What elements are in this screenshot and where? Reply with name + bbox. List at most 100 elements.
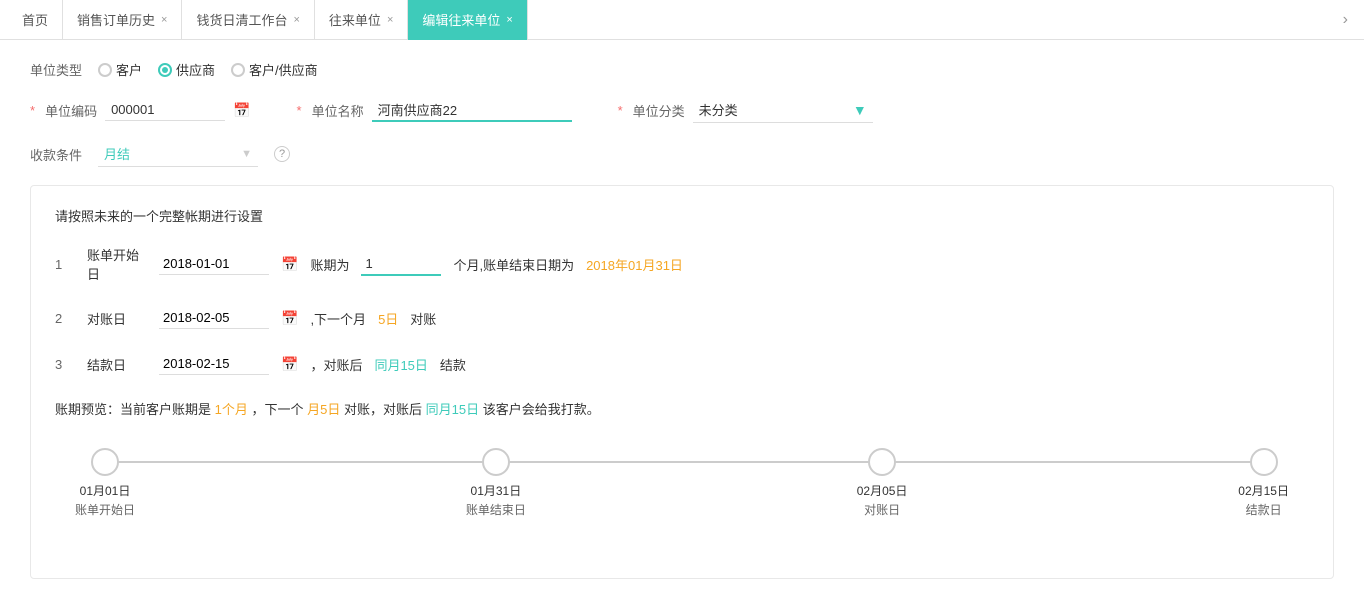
- tl-label-2: 01月31日: [471, 482, 522, 499]
- period-prefix: 账期为: [310, 255, 349, 274]
- row-num-3: 3: [55, 357, 75, 372]
- setting-row-1: 1 账单开始日 📅 账期为 个月,账单结束日期为 2018年01月31日: [55, 245, 1309, 283]
- setting-row-2: 2 对账日 📅 ,下一个月 5日 对账: [55, 307, 1309, 329]
- row-name-3: 结款日: [87, 355, 147, 374]
- tab-home-label: 首页: [22, 10, 48, 29]
- unit-type-label: 单位类型: [30, 60, 82, 79]
- tl-sublabel-3: 对账日: [864, 501, 900, 518]
- name-required: *: [297, 103, 302, 118]
- tl-point-3: 02月05日 对账日: [857, 448, 908, 518]
- reconcile-desc-suffix: 对账: [410, 309, 436, 328]
- reconcile-desc-prefix: ,下一个月: [310, 309, 366, 328]
- tl-point-4: 02月15日 结款日: [1238, 448, 1289, 518]
- code-input[interactable]: [105, 99, 225, 121]
- payment-desc-suffix: 结款: [440, 355, 466, 374]
- classify-value: 未分类: [699, 100, 853, 119]
- radio-customer[interactable]: 客户: [98, 60, 142, 79]
- tab-arrow[interactable]: ›: [1335, 11, 1356, 29]
- payment-day-highlight: 同月15日: [374, 355, 427, 374]
- start-date-input[interactable]: [159, 253, 269, 275]
- timeline: 01月01日 账单开始日 01月31日 账单结束日 02月05日 对账日 02月…: [55, 438, 1309, 558]
- unit-type-row: 单位类型 客户 供应商 客户/供应商: [30, 60, 1334, 79]
- setting-row-3: 3 结款日 📅 ，对账后 同月15日 结款: [55, 353, 1309, 375]
- tab-partner-close[interactable]: ×: [387, 14, 393, 26]
- tab-cash-work-label: 钱货日清工作台: [196, 10, 287, 29]
- payment-select[interactable]: 月结 ▼: [98, 141, 258, 167]
- classify-chevron-icon: ▼: [853, 102, 867, 118]
- code-required: *: [30, 103, 35, 118]
- preview-mid1: ，下一个: [252, 402, 304, 417]
- reconcile-date-input[interactable]: [159, 307, 269, 329]
- tab-partner-label: 往来单位: [329, 10, 381, 29]
- row-name-2: 对账日: [87, 309, 147, 328]
- radio-supplier-circle: [158, 63, 172, 77]
- period-suffix: 个月,账单结束日期为: [453, 255, 574, 274]
- tab-edit-partner-close[interactable]: ×: [506, 14, 512, 26]
- preview-text: 账期预览：当前客户账期是 1个月 ，下一个 月5日 对账，对账后 同月15日 该…: [55, 399, 1309, 418]
- code-label: 单位编码: [45, 101, 97, 120]
- radio-supplier-label: 供应商: [176, 60, 215, 79]
- period-end-date: 2018年01月31日: [586, 255, 683, 274]
- settings-card: 请按照未来的一个完整帐期进行设置 1 账单开始日 📅 账期为 个月,账单结束日期…: [30, 185, 1334, 579]
- payment-help-icon[interactable]: ?: [274, 146, 290, 162]
- preview-suffix: 该客户会给我打款。: [483, 402, 600, 417]
- start-date-calendar-icon[interactable]: 📅: [281, 256, 298, 273]
- preview-mid2: 对账，对账后: [344, 402, 422, 417]
- reconcile-calendar-icon[interactable]: 📅: [281, 310, 298, 327]
- radio-group-unit-type: 客户 供应商 客户/供应商: [98, 60, 318, 79]
- tl-point-2: 01月31日 账单结束日: [466, 448, 526, 518]
- timeline-points: 01月01日 账单开始日 01月31日 账单结束日 02月05日 对账日 02月…: [75, 448, 1289, 518]
- tab-sales-history-close[interactable]: ×: [161, 14, 167, 26]
- tl-dot-2: [482, 448, 510, 476]
- radio-supplier[interactable]: 供应商: [158, 60, 215, 79]
- payment-date-input[interactable]: [159, 353, 269, 375]
- tl-dot-3: [868, 448, 896, 476]
- radio-customer-circle: [98, 63, 112, 77]
- name-input[interactable]: [372, 99, 572, 122]
- row-num-2: 2: [55, 311, 75, 326]
- name-field-group: * 单位名称: [297, 99, 572, 122]
- payment-label: 收款条件: [30, 145, 82, 164]
- radio-customer-supplier-label: 客户/供应商: [249, 60, 318, 79]
- classify-select[interactable]: 未分类 ▼: [693, 97, 873, 123]
- tab-home[interactable]: 首页: [8, 0, 63, 40]
- payment-date-calendar-icon[interactable]: 📅: [281, 356, 298, 373]
- tab-partner[interactable]: 往来单位 ×: [315, 0, 408, 40]
- tl-label-4: 02月15日: [1238, 482, 1289, 499]
- code-field-group: * 单位编码 📅: [30, 99, 251, 121]
- tab-cash-work[interactable]: 钱货日清工作台 ×: [182, 0, 314, 40]
- radio-customer-label: 客户: [116, 60, 142, 79]
- tl-sublabel-2: 账单结束日: [466, 501, 526, 518]
- radio-customer-supplier-circle: [231, 63, 245, 77]
- payment-row: 收款条件 月结 ▼ ?: [30, 141, 1334, 167]
- row-num-1: 1: [55, 257, 75, 272]
- tab-cash-work-close[interactable]: ×: [293, 14, 299, 26]
- code-name-classify-row: * 单位编码 📅 * 单位名称 * 单位分类 未分类 ▼: [30, 97, 1334, 123]
- tl-sublabel-1: 账单开始日: [75, 501, 135, 518]
- preview-highlight3: 同月15日: [426, 402, 479, 417]
- radio-customer-supplier[interactable]: 客户/供应商: [231, 60, 318, 79]
- tab-sales-history-label: 销售订单历史: [77, 10, 155, 29]
- tab-sales-history[interactable]: 销售订单历史 ×: [63, 0, 182, 40]
- tl-sublabel-4: 结款日: [1246, 501, 1282, 518]
- payment-desc-prefix: ，对账后: [310, 355, 362, 374]
- tl-label-1: 01月01日: [80, 482, 131, 499]
- reconcile-day-highlight: 5日: [378, 309, 398, 328]
- preview-highlight2: 月5日: [307, 402, 340, 417]
- period-value-input[interactable]: [361, 253, 441, 276]
- tab-edit-partner[interactable]: 编辑往来单位 ×: [408, 0, 527, 40]
- tl-dot-4: [1250, 448, 1278, 476]
- tl-dot-1: [91, 448, 119, 476]
- classify-required: *: [618, 103, 623, 118]
- tab-edit-partner-label: 编辑往来单位: [422, 10, 500, 29]
- preview-prefix: 账期预览：当前客户账期是: [55, 402, 211, 417]
- card-title: 请按照未来的一个完整帐期进行设置: [55, 206, 1309, 225]
- classify-field-group: * 单位分类 未分类 ▼: [618, 97, 873, 123]
- tl-label-3: 02月05日: [857, 482, 908, 499]
- tabs-bar: 首页 销售订单历史 × 钱货日清工作台 × 往来单位 × 编辑往来单位 × ›: [0, 0, 1364, 40]
- preview-highlight1: 1个月: [215, 402, 248, 417]
- tl-point-1: 01月01日 账单开始日: [75, 448, 135, 518]
- payment-chevron-icon: ▼: [241, 148, 252, 160]
- code-calendar-icon[interactable]: 📅: [233, 102, 250, 119]
- main-content: 单位类型 客户 供应商 客户/供应商 * 单位编码 📅 * 单位名称: [0, 40, 1364, 615]
